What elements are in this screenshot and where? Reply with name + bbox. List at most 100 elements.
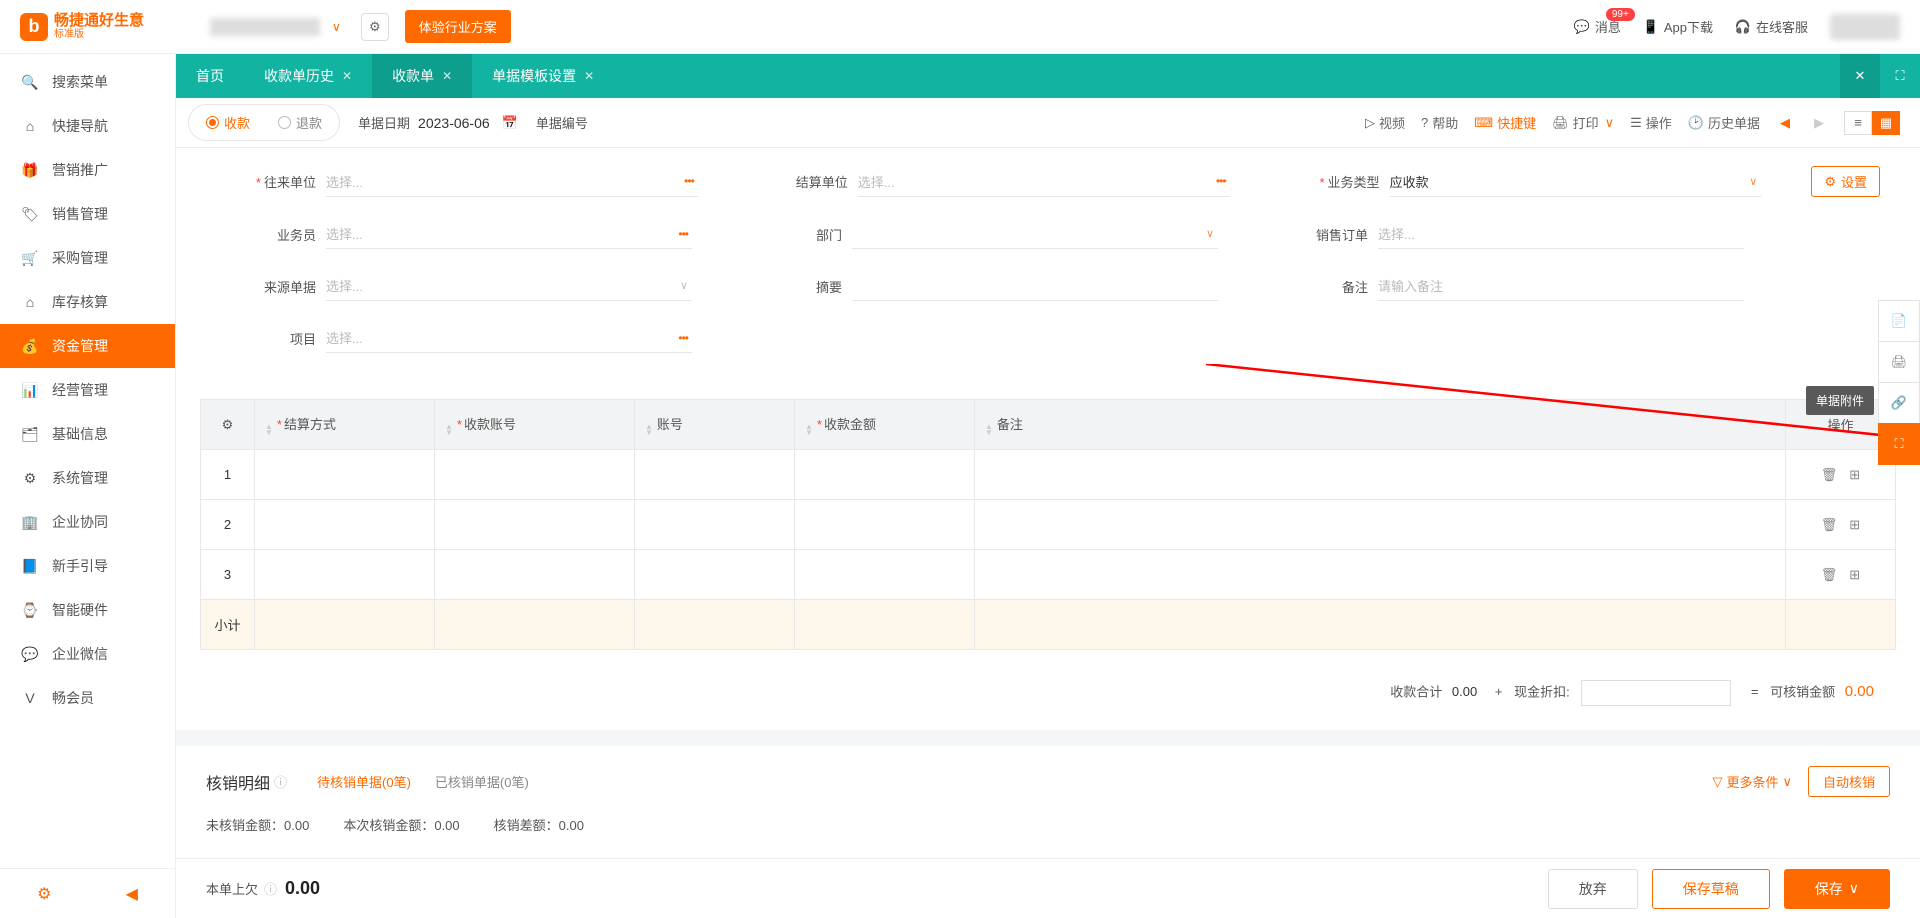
sidebar-item-7[interactable]: 📊经营管理	[0, 368, 175, 412]
form-settings-button[interactable]: ⚙设置	[1811, 166, 1880, 197]
biz-type-label: 业务类型	[1328, 175, 1380, 190]
more-icon[interactable]: •••	[678, 331, 688, 345]
calendar-icon[interactable]: 📅	[502, 115, 518, 131]
dept-select[interactable]: ∨	[852, 219, 1218, 249]
radio-receive[interactable]: 收款	[192, 108, 264, 137]
tab-close-button[interactable]: ✕	[1840, 54, 1880, 98]
print-button[interactable]: 🖨打印∨	[1552, 113, 1614, 132]
settings-button[interactable]: ⚙	[361, 13, 389, 41]
sale-order-input[interactable]: 选择...	[1378, 219, 1744, 249]
sidebar-collapse-icon[interactable]: ◀	[126, 884, 138, 904]
sidebar-item-9[interactable]: ⚙系统管理	[0, 456, 175, 500]
add-row-icon[interactable]: ⊞	[1849, 517, 1860, 532]
add-row-icon[interactable]: ⊞	[1849, 567, 1860, 582]
view-list-button[interactable]: ≡	[1844, 111, 1872, 135]
project-input[interactable]: 选择...•••	[326, 323, 692, 353]
more-icon[interactable]: •••	[684, 174, 694, 188]
sidebar-item-5[interactable]: ⌂库存核算	[0, 280, 175, 324]
dept-label: 部门	[816, 228, 842, 243]
close-icon[interactable]: ✕	[442, 69, 452, 83]
sidebar-item-2[interactable]: 🎁营销推广	[0, 148, 175, 192]
table-row[interactable]: 2🗑⊞	[201, 500, 1896, 550]
trial-button[interactable]: 体验行业方案	[405, 10, 511, 43]
close-icon[interactable]: ✕	[342, 69, 352, 83]
settle-unit-input[interactable]: 选择...•••	[858, 167, 1230, 197]
view-form-button[interactable]: ▦	[1872, 111, 1900, 135]
app-logo: b 畅捷通好生意 标准版	[20, 13, 180, 41]
more-conditions-button[interactable]: ▽更多条件∨	[1712, 772, 1792, 791]
more-icon[interactable]: •••	[678, 227, 688, 241]
dock-attachment-button[interactable]: 🔗	[1878, 382, 1920, 424]
chevron-down-icon: ∨	[1206, 227, 1214, 240]
delete-icon[interactable]: 🗑	[1821, 517, 1838, 532]
partner-label: 往来单位	[264, 175, 316, 190]
verify-diff-value: 0.00	[559, 818, 584, 833]
discard-button[interactable]: 放弃	[1548, 869, 1638, 909]
prev-doc-button[interactable]: ◀	[1776, 115, 1794, 131]
chevron-down-icon: ∨	[1849, 880, 1859, 897]
sidebar-item-label: 库存核算	[52, 292, 108, 312]
sidebar-item-6[interactable]: 💰资金管理	[0, 324, 175, 368]
help-button[interactable]: ?帮助	[1421, 113, 1458, 132]
radio-refund[interactable]: 退款	[264, 108, 336, 137]
save-draft-button[interactable]: 保存草稿	[1652, 869, 1770, 909]
verify-tab-done[interactable]: 已核销单据(0笔)	[435, 772, 529, 791]
sidebar-item-11[interactable]: 📘新手引导	[0, 544, 175, 588]
salesman-input[interactable]: 选择...•••	[326, 219, 692, 249]
history-button[interactable]: 🕑历史单据	[1688, 113, 1760, 132]
sidebar-settings-icon[interactable]: ⚙	[37, 884, 51, 904]
partner-input[interactable]: 选择...•••	[326, 167, 698, 197]
video-button[interactable]: ▷视频	[1365, 113, 1405, 132]
user-avatar[interactable]	[1830, 14, 1900, 40]
dock-print-button[interactable]: 🖨	[1878, 341, 1920, 383]
verify-tab-pending[interactable]: 待核销单据(0笔)	[317, 772, 411, 791]
delete-icon[interactable]: 🗑	[1821, 567, 1838, 582]
sidebar-item-1[interactable]: ⌂快捷导航	[0, 104, 175, 148]
info-icon[interactable]: ⓘ	[264, 879, 277, 898]
sidebar-item-4[interactable]: 🛒采购管理	[0, 236, 175, 280]
sidebar-item-label: 系统管理	[52, 468, 108, 488]
date-value[interactable]: 2023-06-06	[418, 115, 490, 131]
summary-input[interactable]	[852, 271, 1218, 301]
message-button[interactable]: 💬 消息 99+	[1574, 17, 1621, 36]
app-download-button[interactable]: 📱 App下载	[1643, 17, 1713, 36]
tab-0[interactable]: 首页	[176, 54, 244, 98]
operate-button[interactable]: ☰操作	[1630, 113, 1672, 132]
list-icon: ☰	[1630, 115, 1642, 131]
remark-input[interactable]: 请输入备注	[1378, 271, 1744, 301]
add-row-icon[interactable]: ⊞	[1849, 467, 1860, 482]
info-icon[interactable]: ⓘ	[274, 772, 287, 791]
fullscreen-button[interactable]: ⛶	[1880, 54, 1920, 98]
keyboard-icon: ⌨	[1474, 115, 1493, 131]
table-row[interactable]: 1🗑⊞	[201, 450, 1896, 500]
support-button[interactable]: 🎧 在线客服	[1735, 17, 1808, 36]
discount-input[interactable]	[1581, 680, 1731, 706]
tab-label: 收款单	[392, 66, 434, 86]
tab-3[interactable]: 单据模板设置✕	[472, 54, 614, 98]
sidebar-item-12[interactable]: ⌚智能硬件	[0, 588, 175, 632]
discount-label: 现金折扣:	[1514, 684, 1570, 699]
tab-1[interactable]: 收款单历史✕	[244, 54, 372, 98]
save-button[interactable]: 保存∨	[1784, 869, 1890, 909]
dock-draft-button[interactable]: 📄	[1878, 300, 1920, 342]
org-selector[interactable]: ∨	[210, 18, 341, 36]
dock-expand-button[interactable]: ⛶	[1878, 423, 1920, 465]
sidebar-item-13[interactable]: 💬企业微信	[0, 632, 175, 676]
tab-2[interactable]: 收款单 ✕	[372, 54, 472, 98]
more-icon[interactable]: •••	[1216, 174, 1226, 188]
next-doc-button[interactable]: ▶	[1810, 115, 1828, 131]
sidebar-item-3[interactable]: 🏷销售管理	[0, 192, 175, 236]
sidebar-item-10[interactable]: 🏢企业协同	[0, 500, 175, 544]
sidebar-item-0[interactable]: 🔍搜索菜单	[0, 60, 175, 104]
table-row[interactable]: 3🗑⊞	[201, 550, 1896, 600]
unverified-value: 0.00	[284, 818, 309, 833]
biz-type-select[interactable]: 应收款∨	[1390, 167, 1762, 197]
col-gear[interactable]: ⚙	[201, 400, 255, 450]
auto-verify-button[interactable]: 自动核销	[1808, 766, 1890, 797]
shortcut-button[interactable]: ⌨快捷键	[1474, 113, 1536, 132]
close-icon[interactable]: ✕	[584, 69, 594, 83]
delete-icon[interactable]: 🗑	[1821, 467, 1838, 482]
sidebar-item-8[interactable]: 🗂基础信息	[0, 412, 175, 456]
sidebar-item-14[interactable]: V畅会员	[0, 676, 175, 720]
source-select[interactable]: 选择...∨	[326, 271, 692, 301]
